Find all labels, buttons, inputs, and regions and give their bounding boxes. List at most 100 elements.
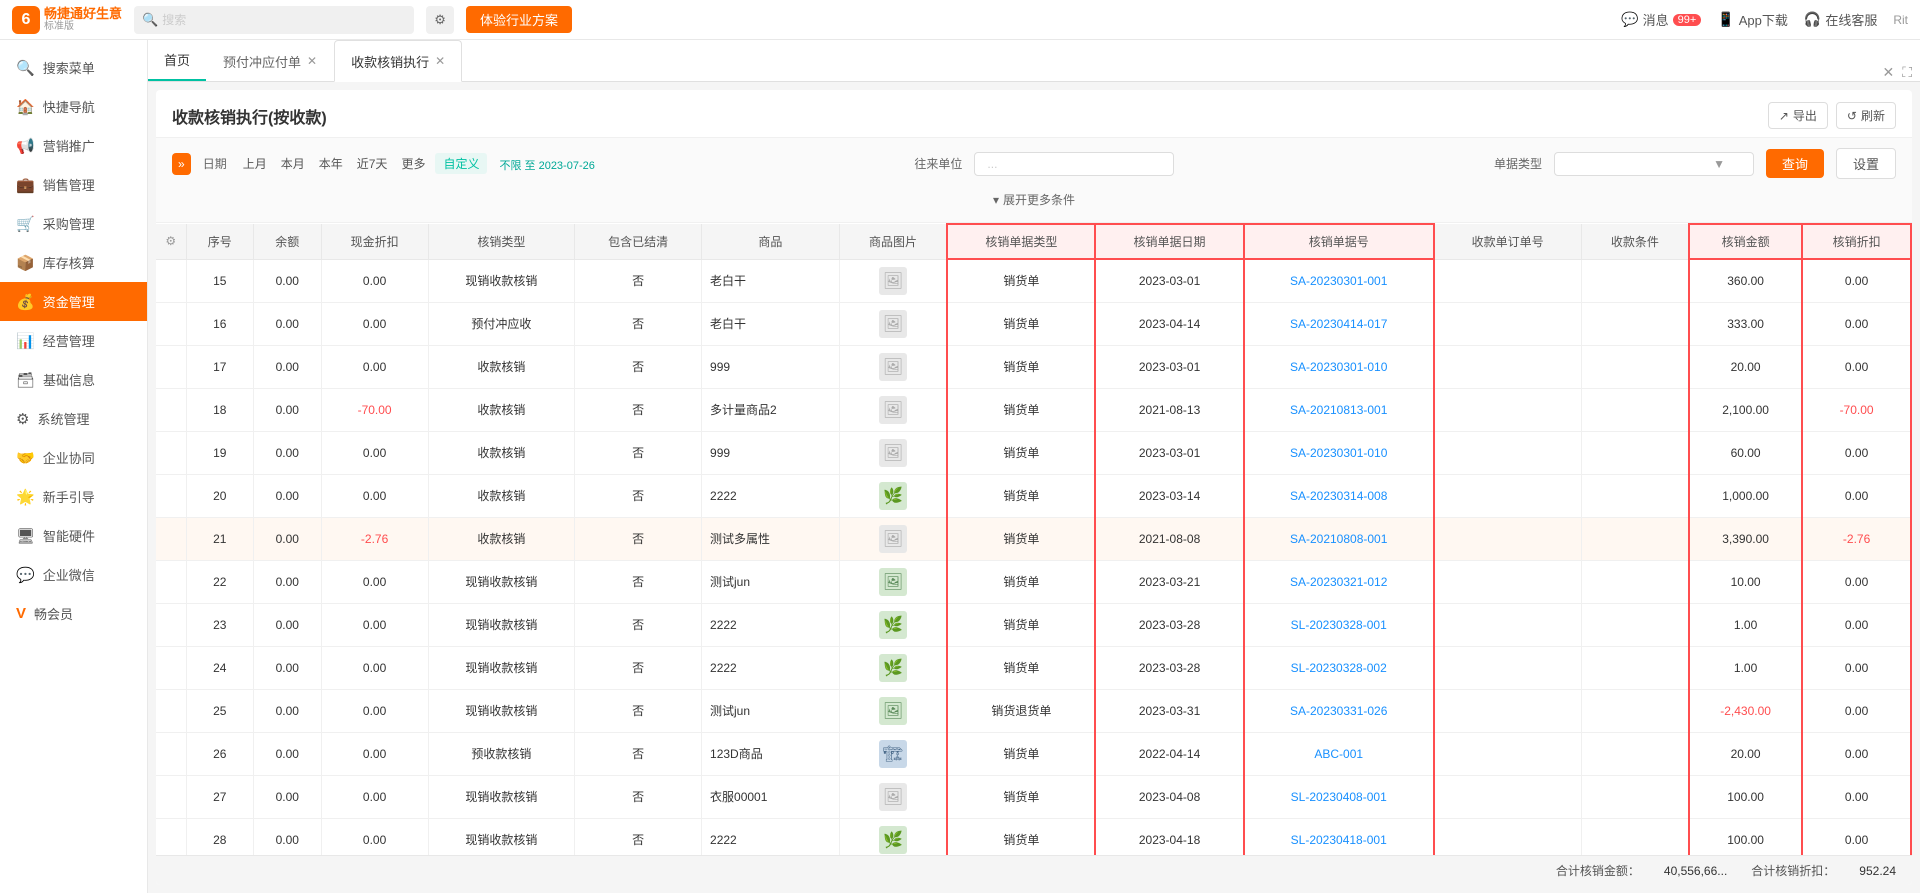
cell-product: 衣服00001 <box>702 775 840 818</box>
cell-writeoff-no[interactable]: ABC-001 <box>1244 732 1434 775</box>
tab-close-window-icon[interactable]: ✕ <box>1882 64 1894 81</box>
tab-home[interactable]: 首页 <box>148 40 206 81</box>
cell-writeoff-no[interactable]: SA-20230301-010 <box>1244 431 1434 474</box>
cell-product-img: 🖼 <box>839 388 947 431</box>
writeoff-no-link[interactable]: SL-20230418-001 <box>1291 833 1387 847</box>
export-icon: ↗ <box>1779 109 1789 123</box>
cell-balance: 0.00 <box>254 474 322 517</box>
table-row: 27 0.00 0.00 现销收款核销 否 衣服00001 🖼 销货单 2023… <box>156 775 1911 818</box>
cell-receipt-cond <box>1581 259 1689 302</box>
sidebar-item-search[interactable]: 🔍 搜索菜单 <box>0 48 147 87</box>
sidebar-item-guide[interactable]: 🌟 新手引导 <box>0 477 147 516</box>
top-search-bar[interactable]: 🔍 搜索 <box>134 6 414 34</box>
table-row: 25 0.00 0.00 现销收款核销 否 测试jun 🖼 销货退货单 2023… <box>156 689 1911 732</box>
sidebar-item-finance[interactable]: 💰 资金管理 <box>0 282 147 321</box>
cell-product: 多计量商品2 <box>702 388 840 431</box>
industry-solution-btn[interactable]: 体验行业方案 <box>466 6 572 33</box>
operations-icon: 📊 <box>16 332 35 350</box>
sidebar-item-collab[interactable]: 🤝 企业协同 <box>0 438 147 477</box>
date-btn-last-7days[interactable]: 近7天 <box>353 153 392 174</box>
cell-writeoff-no[interactable]: SA-20230301-010 <box>1244 345 1434 388</box>
refresh-btn[interactable]: ↺ 刷新 <box>1836 102 1896 129</box>
page-header: 收款核销执行(按收款) ↗ 导出 ↺ 刷新 <box>156 90 1912 138</box>
cell-writeoff-bill-type: 销货单 <box>947 302 1095 345</box>
sidebar-item-marketing[interactable]: 📢 营销推广 <box>0 126 147 165</box>
writeoff-no-link[interactable]: SL-20230328-001 <box>1291 618 1387 632</box>
cell-writeoff-no[interactable]: SA-20210808-001 <box>1244 517 1434 560</box>
cell-writeoff-no[interactable]: SA-20230321-012 <box>1244 560 1434 603</box>
cell-writeoff-no[interactable]: SA-20230414-017 <box>1244 302 1434 345</box>
partner-filter-label: 往来单位 <box>914 155 962 172</box>
date-btn-last-month[interactable]: 上月 <box>239 153 271 174</box>
tab-prepay[interactable]: 预付冲应付单 ✕ <box>206 40 334 82</box>
writeoff-no-link[interactable]: SA-20210808-001 <box>1290 532 1387 546</box>
cell-writeoff-no[interactable]: SL-20230328-001 <box>1244 603 1434 646</box>
tab-maximize-icon[interactable]: ⛶ <box>1902 64 1912 81</box>
cell-writeoff-no[interactable]: SA-20230301-001 <box>1244 259 1434 302</box>
date-btn-more[interactable]: 更多 <box>397 153 429 174</box>
sidebar-item-sales[interactable]: 💼 销售管理 <box>0 165 147 204</box>
app-download[interactable]: 📱 App下载 <box>1717 10 1788 29</box>
column-settings-icon[interactable]: ⚙ <box>164 234 178 248</box>
username-display: Rit <box>1893 13 1908 27</box>
writeoff-no-link[interactable]: SA-20230314-008 <box>1290 489 1387 503</box>
writeoff-no-link[interactable]: SA-20230301-001 <box>1290 274 1387 288</box>
export-btn[interactable]: ↗ 导出 <box>1768 102 1828 129</box>
date-btn-this-year[interactable]: 本年 <box>315 153 347 174</box>
message-area[interactable]: 💬 消息 99+ <box>1621 10 1701 29</box>
writeoff-no-link[interactable]: SA-20230301-010 <box>1290 360 1387 374</box>
cell-writeoff-no[interactable]: SL-20230328-002 <box>1244 646 1434 689</box>
writeoff-no-link[interactable]: SA-20210813-001 <box>1290 403 1387 417</box>
sidebar-item-hardware[interactable]: 🖥 智能硬件 <box>0 516 147 555</box>
sidebar-item-basic[interactable]: 🗃 基础信息 <box>0 360 147 399</box>
cell-writeoff-no[interactable]: SL-20230418-001 <box>1244 818 1434 855</box>
tab-receipt-writeoff-close[interactable]: ✕ <box>435 54 445 68</box>
message-badge: 99+ <box>1673 14 1702 26</box>
tab-receipt-writeoff-label: 收款核销执行 <box>351 52 429 71</box>
date-btn-this-month[interactable]: 本月 <box>277 153 309 174</box>
writeoff-no-link[interactable]: SL-20230328-002 <box>1291 661 1387 675</box>
sidebar-item-system[interactable]: ⚙ 系统管理 <box>0 399 147 438</box>
writeoff-no-link[interactable]: SA-20230414-017 <box>1290 317 1387 331</box>
cell-writeoff-discount: 0.00 <box>1802 646 1911 689</box>
cell-product: 2222 <box>702 818 840 855</box>
cell-writeoff-no[interactable]: SA-20230331-026 <box>1244 689 1434 732</box>
member-icon: V <box>16 605 26 622</box>
product-img: 🖼 <box>879 525 907 553</box>
sidebar-item-inventory[interactable]: 📦 库存核算 <box>0 243 147 282</box>
partner-input[interactable]: ... <box>974 152 1174 176</box>
product-img: 🖼 <box>879 267 907 295</box>
tab-prepay-close[interactable]: ✕ <box>307 54 317 68</box>
date-btn-custom[interactable]: 自定义 <box>435 153 487 174</box>
cell-writeoff-date: 2021-08-08 <box>1095 517 1243 560</box>
tab-receipt-writeoff[interactable]: 收款核销执行 ✕ <box>334 40 462 82</box>
cell-writeoff-no[interactable]: SA-20210813-001 <box>1244 388 1434 431</box>
cell-settings <box>156 259 186 302</box>
sidebar-item-operations[interactable]: 📊 经营管理 <box>0 321 147 360</box>
table-body: 15 0.00 0.00 现销收款核销 否 老白干 🖼 销货单 2023-03-… <box>156 259 1911 855</box>
sidebar-item-purchase[interactable]: 🛒 采购管理 <box>0 204 147 243</box>
sidebar-item-member[interactable]: V 畅会员 <box>0 594 147 633</box>
writeoff-no-link[interactable]: SA-20230331-026 <box>1290 704 1387 718</box>
writeoff-no-link[interactable]: SA-20230301-010 <box>1290 446 1387 460</box>
expand-more-btn[interactable]: ▾ 展开更多条件 <box>989 187 1079 212</box>
query-btn[interactable]: 查询 <box>1766 149 1824 178</box>
voucher-type-select[interactable]: ▼ <box>1554 152 1754 176</box>
setting-btn[interactable]: 设置 <box>1836 148 1896 179</box>
settings-gear-btn[interactable]: ⚙ <box>426 6 454 34</box>
cell-product-img: 🖼 <box>839 431 947 474</box>
cell-writeoff-bill-type: 销货单 <box>947 603 1095 646</box>
cell-writeoff-bill-type: 销货单 <box>947 517 1095 560</box>
sidebar-label-member: 畅会员 <box>34 604 73 623</box>
sidebar-item-wechat[interactable]: 💬 企业微信 <box>0 555 147 594</box>
purchase-icon: 🛒 <box>16 215 35 233</box>
sidebar-item-quick-nav[interactable]: 🏠 快捷导航 <box>0 87 147 126</box>
th-settings[interactable]: ⚙ <box>156 224 186 259</box>
cell-writeoff-no[interactable]: SA-20230314-008 <box>1244 474 1434 517</box>
writeoff-no-link[interactable]: SA-20230321-012 <box>1290 575 1387 589</box>
writeoff-no-link[interactable]: ABC-001 <box>1314 747 1363 761</box>
online-service[interactable]: 🎧 在线客服 <box>1804 10 1877 29</box>
cell-writeoff-no[interactable]: SL-20230408-001 <box>1244 775 1434 818</box>
writeoff-no-link[interactable]: SL-20230408-001 <box>1291 790 1387 804</box>
filter-expand-arrow[interactable]: » <box>172 153 191 175</box>
